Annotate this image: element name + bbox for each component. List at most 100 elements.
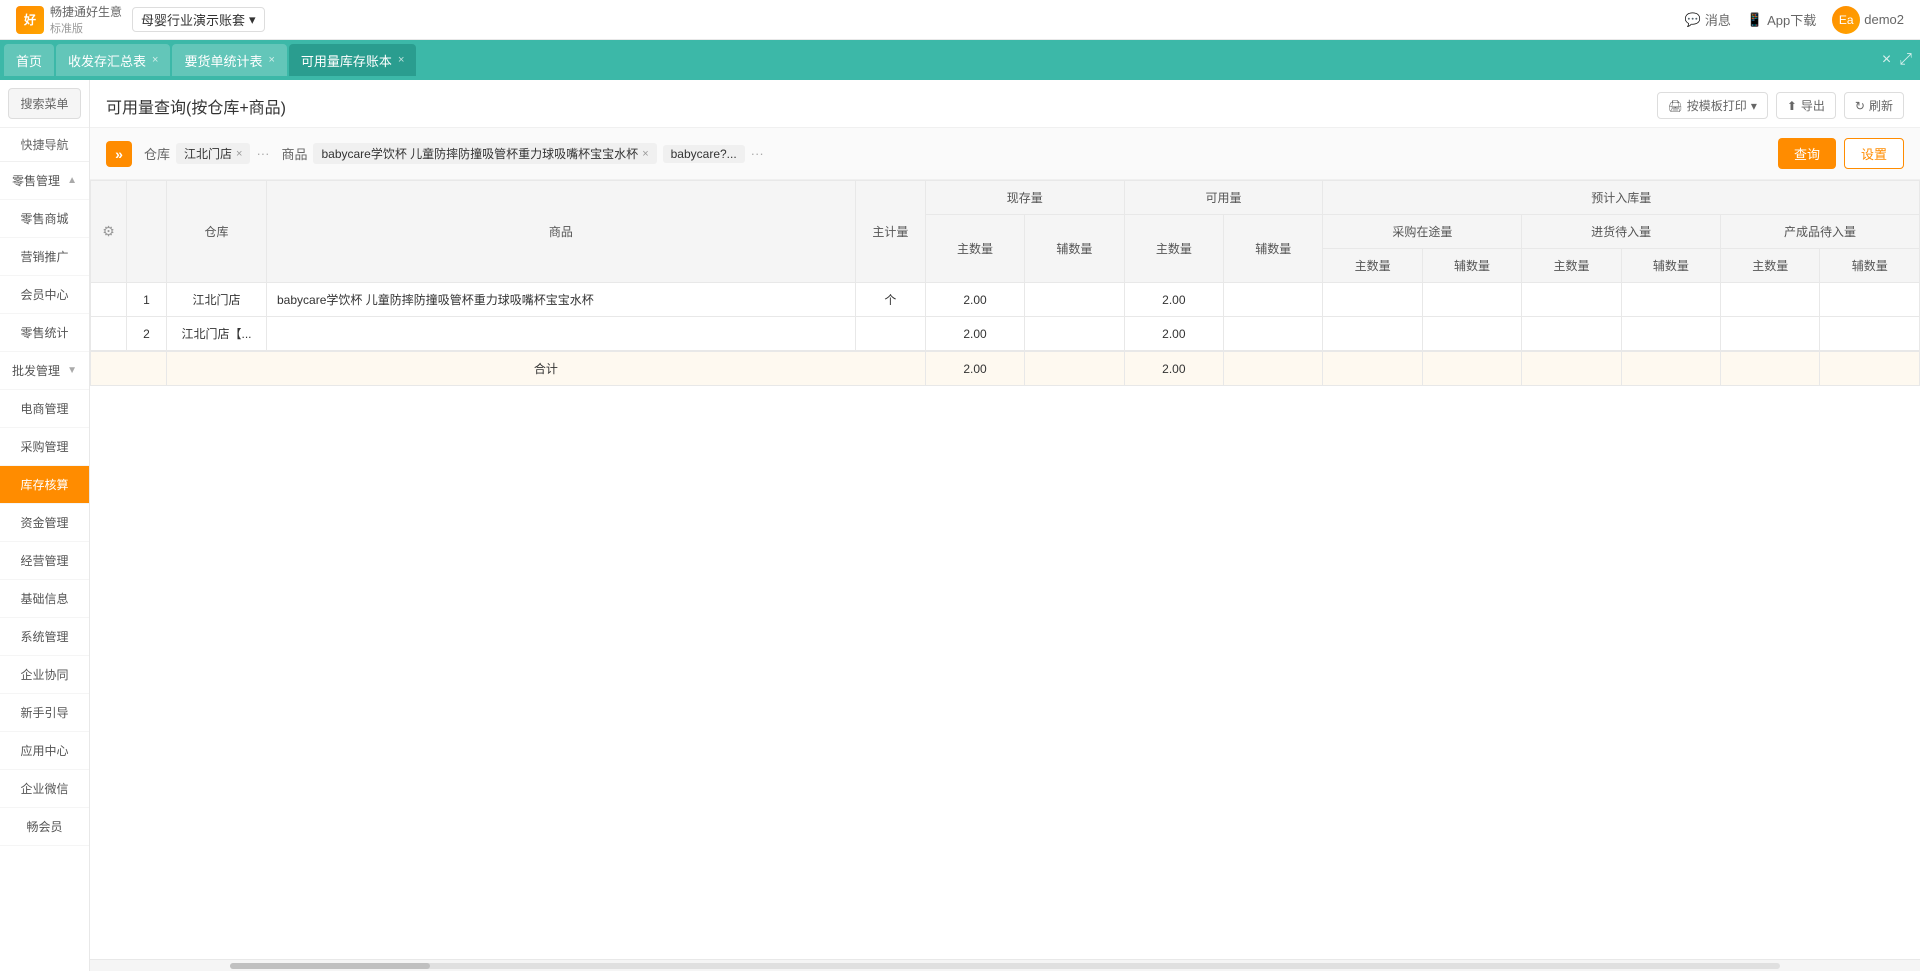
main-layout: 搜索菜单 快捷导航 零售管理 ▲ 零售商城 营销推广 会员中心 零售统计 批发管… [0,80,1920,971]
tab-order-stats[interactable]: 要货单统计表 × [172,44,286,76]
row1-inbound-main [1522,283,1621,317]
sidebar-item-enterprise-collab[interactable]: 企业协同 [0,656,89,694]
product-more[interactable]: ··· [751,146,764,161]
brand-tag: 标准版 [50,20,122,36]
row1-inbound-aux [1621,283,1720,317]
tab-bar-controls: × ⤢ [1882,51,1912,69]
sidebar-item-purchase-mgmt[interactable]: 采购管理 [0,428,89,466]
footer-inbound-main [1522,351,1621,386]
message-action[interactable]: 💬 消息 [1685,10,1731,29]
row1-avail-aux [1224,283,1323,317]
footer-product-aux [1820,351,1920,386]
horizontal-scrollbar[interactable] [90,959,1920,971]
sidebar-item-system-mgmt[interactable]: 系统管理 [0,618,89,656]
page-actions: 🖨 按模板打印 ▾ ⬆ 导出 ↻ 刷新 [1657,92,1904,119]
th-unit: 主计量 [855,181,925,283]
row2-avail-aux [1224,317,1323,352]
sidebar-item-member[interactable]: 畅会员 [0,808,89,846]
sidebar-item-app-center[interactable]: 应用中心 [0,732,89,770]
row2-settings [91,317,127,352]
sidebar-item-enterprise-wechat[interactable]: 企业微信 [0,770,89,808]
sidebar-member-label: 畅会员 [26,820,62,834]
refresh-icon: ↻ [1855,99,1865,113]
sidebar-retail-stats-label: 零售统计 [20,326,68,340]
logo-icon: 好 [16,6,44,34]
th-avail-main: 主数量 [1124,215,1223,283]
sidebar-item-finance-mgmt[interactable]: 资金管理 [0,504,89,542]
query-button[interactable]: 查询 [1778,138,1836,169]
row2-current-aux [1025,317,1124,352]
refresh-button[interactable]: ↻ 刷新 [1844,92,1904,119]
sidebar-app-center-label: 应用中心 [20,744,68,758]
warehouse-more[interactable]: ··· [256,146,269,161]
search-menu-button[interactable]: 搜索菜单 [8,88,81,119]
scrollbar-thumb[interactable] [230,963,430,969]
sidebar-item-member-center[interactable]: 会员中心 [0,276,89,314]
app-download-action[interactable]: 📱 App下载 [1747,10,1816,29]
row2-product-main [1721,317,1820,352]
chevron-down-icon: ▾ [249,12,256,28]
sidebar-item-inventory-check[interactable]: 库存核算 [0,466,89,504]
tab-order-close[interactable]: × [268,54,274,66]
print-template-button[interactable]: 🖨 按模板打印 ▾ [1657,92,1768,119]
sidebar-item-ops-mgmt[interactable]: 经营管理 [0,542,89,580]
tab-income-label: 收发存汇总表 [68,51,146,70]
table-row: 2 江北门店【... 2.00 2.00 [91,317,1920,352]
warehouse-tag: 江北门店 × [176,143,250,164]
chevron-right-icon: » [115,146,123,162]
row1-current-main: 2.00 [925,283,1024,317]
th-inbound-main: 主数量 [1522,249,1621,283]
industry-selector[interactable]: 母婴行业演示账套 ▾ [132,7,265,32]
tab-order-label: 要货单统计表 [184,51,262,70]
sidebar-item-ecommerce-mgmt[interactable]: 电商管理 [0,390,89,428]
message-icon: 💬 [1685,12,1701,28]
sidebar-item-retail-stats[interactable]: 零售统计 [0,314,89,352]
tab-income-close[interactable]: × [152,54,158,66]
export-label: 导出 [1801,97,1825,114]
tab-available-close[interactable]: × [398,54,404,66]
product-tag-2-value: babycare?... [671,147,737,161]
tab-home[interactable]: 首页 [4,44,54,76]
th-purchase-main: 主数量 [1323,249,1422,283]
scrollbar-track [230,963,1780,969]
tab-maximize[interactable]: ⤢ [1899,51,1912,69]
row2-warehouse: 江北门店【... [167,317,267,352]
filter-toggle-button[interactable]: » [106,141,132,167]
sidebar-ops-label: 经营管理 [20,554,68,568]
product-label: 商品 [281,144,307,163]
top-header: 好 畅捷通好生意 标准版 母婴行业演示账套 ▾ 💬 消息 📱 App下载 Ea … [0,0,1920,40]
row1-settings [91,283,127,317]
sidebar-item-wholesale-mgmt[interactable]: 批发管理 ▼ [0,352,89,390]
sidebar-quick-nav[interactable]: 快捷导航 [0,128,89,162]
sidebar-enterprise-wechat-label: 企业微信 [20,782,68,796]
tab-available-label: 可用量库存账本 [301,51,392,70]
filter-actions: 查询 设置 [1778,138,1904,169]
sidebar-item-basic-info[interactable]: 基础信息 [0,580,89,618]
th-purchase-aux: 辅数量 [1422,249,1521,283]
sidebar-item-retail-mgmt[interactable]: 零售管理 ▲ [0,162,89,200]
sidebar-item-marketing[interactable]: 营销推广 [0,238,89,276]
row1-product-main [1721,283,1820,317]
tab-available-stock[interactable]: 可用量库存账本 × [289,44,416,76]
chevron-down-icon: ▾ [1751,99,1757,113]
row2-no: 2 [127,317,167,352]
sidebar-item-retail-mall[interactable]: 零售商城 [0,200,89,238]
row1-product: babycare学饮杯 儿童防摔防撞吸管杯重力球吸嘴杯宝宝水杯 [267,283,856,317]
page-title: 可用量查询(按仓库+商品) [106,94,286,118]
logo-area: 好 畅捷通好生意 标准版 [16,3,122,36]
sidebar-basic-info-label: 基础信息 [20,592,68,606]
settings-button[interactable]: 设置 [1844,138,1904,169]
product-tag-1-close[interactable]: × [642,148,648,160]
export-button[interactable]: ⬆ 导出 [1776,92,1836,119]
sidebar-item-new-guide[interactable]: 新手引导 [0,694,89,732]
warehouse-tag-close[interactable]: × [236,148,242,160]
th-current-main: 主数量 [925,215,1024,283]
sidebar-marketing-label: 营销推广 [20,250,68,264]
th-product-main: 主数量 [1721,249,1820,283]
column-settings-icon[interactable]: ⚙ [102,223,115,239]
username-label: demo2 [1864,12,1904,27]
tab-close-all[interactable]: × [1882,51,1891,69]
user-action[interactable]: Ea demo2 [1832,6,1904,34]
tab-income-summary[interactable]: 收发存汇总表 × [56,44,170,76]
refresh-label: 刷新 [1869,97,1893,114]
